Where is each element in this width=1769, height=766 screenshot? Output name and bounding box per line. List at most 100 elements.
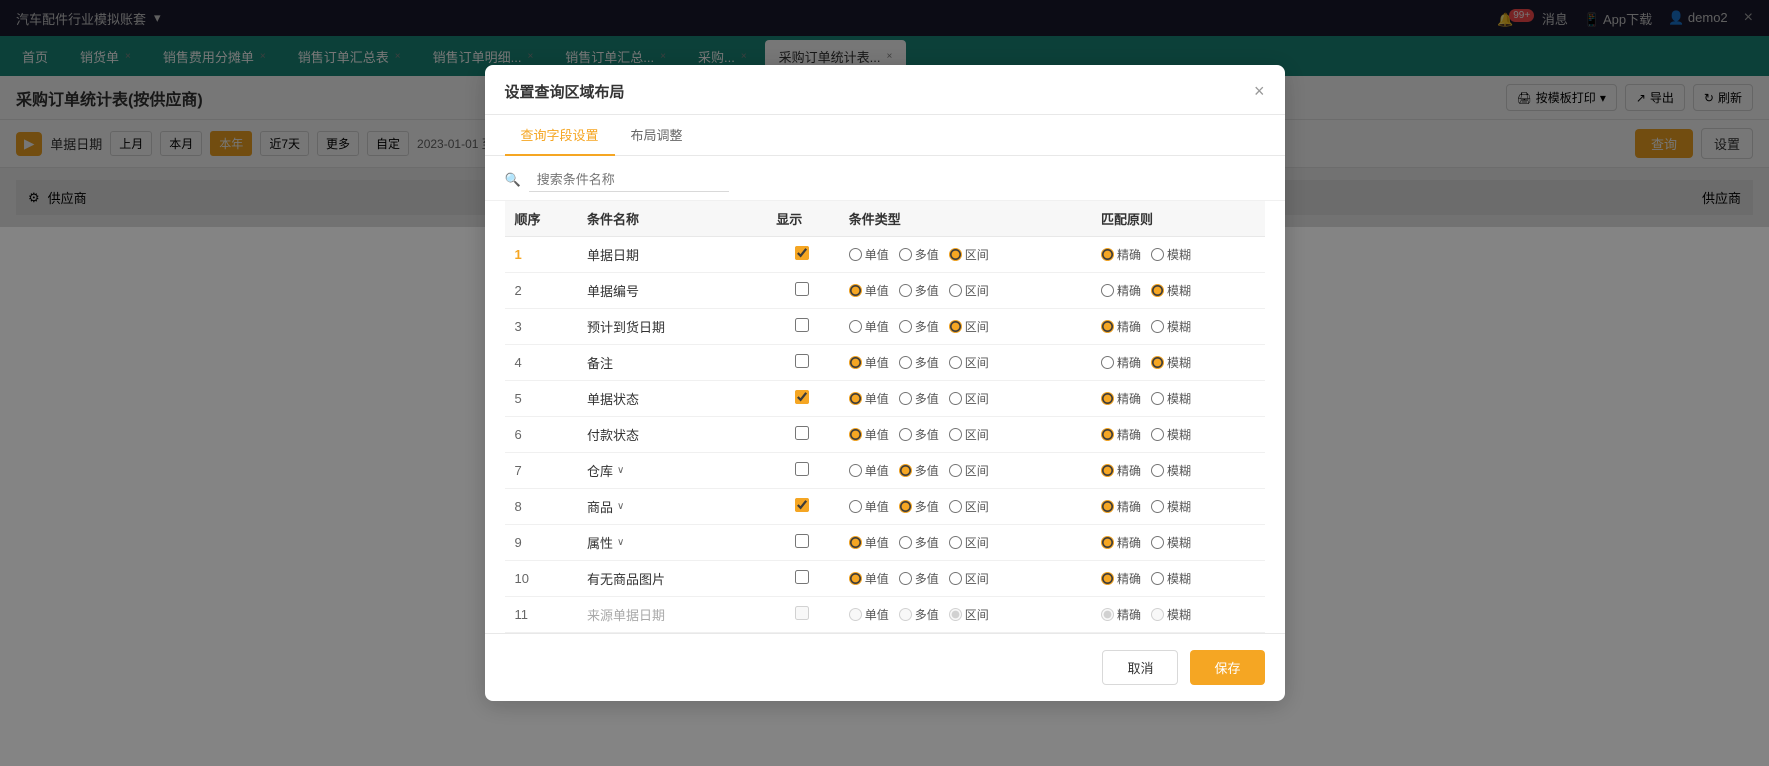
match-option-精确[interactable]: 精确 <box>1101 282 1141 299</box>
type-radio[interactable] <box>949 608 962 621</box>
type-radio[interactable] <box>849 356 862 369</box>
type-option-多值[interactable]: 多值 <box>899 498 939 515</box>
type-radio[interactable] <box>849 500 862 513</box>
type-option-单值[interactable]: 单值 <box>849 426 889 443</box>
match-option-精确[interactable]: 精确 <box>1101 246 1141 263</box>
type-option-单值[interactable]: 单值 <box>849 318 889 335</box>
row-display-cell[interactable] <box>766 237 839 273</box>
match-radio[interactable] <box>1151 392 1164 405</box>
row-display-cell[interactable] <box>766 309 839 345</box>
row-match-cell[interactable]: 精确模糊 <box>1091 309 1264 345</box>
type-radio[interactable] <box>849 464 862 477</box>
type-option-区间[interactable]: 区间 <box>949 426 989 443</box>
type-option-区间[interactable]: 区间 <box>949 498 989 515</box>
type-radio[interactable] <box>899 356 912 369</box>
match-option-模糊[interactable]: 模糊 <box>1151 354 1191 371</box>
type-radio[interactable] <box>949 392 962 405</box>
match-option-精确[interactable]: 精确 <box>1101 390 1141 407</box>
type-radio[interactable] <box>899 248 912 261</box>
type-radio[interactable] <box>849 608 862 621</box>
match-option-精确[interactable]: 精确 <box>1101 462 1141 479</box>
match-radio[interactable] <box>1101 248 1114 261</box>
match-option-精确[interactable]: 精确 <box>1101 498 1141 515</box>
row-display-cell[interactable] <box>766 561 839 597</box>
match-option-精确[interactable]: 精确 <box>1101 534 1141 551</box>
type-option-单值[interactable]: 单值 <box>849 354 889 371</box>
match-option-模糊[interactable]: 模糊 <box>1151 426 1191 443</box>
row-match-cell[interactable]: 精确模糊 <box>1091 381 1264 417</box>
type-option-单值[interactable]: 单值 <box>849 570 889 587</box>
row-match-cell[interactable]: 精确模糊 <box>1091 561 1264 597</box>
row-display-cell[interactable] <box>766 345 839 381</box>
type-option-区间[interactable]: 区间 <box>949 570 989 587</box>
match-option-模糊[interactable]: 模糊 <box>1151 570 1191 587</box>
type-radio[interactable] <box>899 392 912 405</box>
type-radio[interactable] <box>849 248 862 261</box>
type-option-多值[interactable]: 多值 <box>899 354 939 371</box>
type-radio[interactable] <box>849 428 862 441</box>
row-display-cell[interactable] <box>766 381 839 417</box>
type-option-多值[interactable]: 多值 <box>899 390 939 407</box>
match-radio[interactable] <box>1101 356 1114 369</box>
type-option-多值[interactable]: 多值 <box>899 606 939 623</box>
type-radio[interactable] <box>899 464 912 477</box>
display-checkbox[interactable] <box>795 606 809 620</box>
row-match-cell[interactable]: 精确模糊 <box>1091 345 1264 381</box>
type-option-区间[interactable]: 区间 <box>949 462 989 479</box>
match-radio[interactable] <box>1151 536 1164 549</box>
match-radio[interactable] <box>1101 536 1114 549</box>
type-option-单值[interactable]: 单值 <box>849 606 889 623</box>
type-radio[interactable] <box>849 536 862 549</box>
type-radio[interactable] <box>899 572 912 585</box>
match-radio[interactable] <box>1101 572 1114 585</box>
row-match-cell[interactable]: 精确模糊 <box>1091 525 1264 561</box>
match-radio[interactable] <box>1151 572 1164 585</box>
match-radio[interactable] <box>1151 608 1164 621</box>
row-match-cell[interactable]: 精确模糊 <box>1091 453 1264 489</box>
match-radio[interactable] <box>1151 284 1164 297</box>
match-radio[interactable] <box>1101 320 1114 333</box>
row-type-cell[interactable]: 单值多值区间 <box>839 381 1091 417</box>
tab-query-fields[interactable]: 查询字段设置 <box>505 115 615 156</box>
type-radio[interactable] <box>899 500 912 513</box>
type-radio[interactable] <box>899 428 912 441</box>
modal-close-btn[interactable]: × <box>1254 81 1265 102</box>
type-option-区间[interactable]: 区间 <box>949 390 989 407</box>
match-option-模糊[interactable]: 模糊 <box>1151 282 1191 299</box>
match-radio[interactable] <box>1101 392 1114 405</box>
type-radio[interactable] <box>899 320 912 333</box>
type-option-单值[interactable]: 单值 <box>849 498 889 515</box>
match-option-模糊[interactable]: 模糊 <box>1151 318 1191 335</box>
row-match-cell[interactable]: 精确模糊 <box>1091 417 1264 453</box>
type-radio[interactable] <box>899 284 912 297</box>
match-option-精确[interactable]: 精确 <box>1101 606 1141 623</box>
row-type-cell[interactable]: 单值多值区间 <box>839 309 1091 345</box>
type-radio[interactable] <box>899 608 912 621</box>
row-type-cell[interactable]: 单值多值区间 <box>839 273 1091 309</box>
match-radio[interactable] <box>1101 608 1114 621</box>
match-option-模糊[interactable]: 模糊 <box>1151 462 1191 479</box>
type-option-单值[interactable]: 单值 <box>849 390 889 407</box>
type-option-单值[interactable]: 单值 <box>849 246 889 263</box>
row-type-cell[interactable]: 单值多值区间 <box>839 417 1091 453</box>
type-option-区间[interactable]: 区间 <box>949 606 989 623</box>
match-option-模糊[interactable]: 模糊 <box>1151 534 1191 551</box>
type-option-多值[interactable]: 多值 <box>899 570 939 587</box>
display-checkbox[interactable] <box>795 534 809 548</box>
match-radio[interactable] <box>1151 356 1164 369</box>
display-checkbox[interactable] <box>795 390 809 404</box>
row-type-cell[interactable]: 单值多值区间 <box>839 345 1091 381</box>
type-radio[interactable] <box>849 572 862 585</box>
type-option-区间[interactable]: 区间 <box>949 354 989 371</box>
display-checkbox[interactable] <box>795 354 809 368</box>
match-radio[interactable] <box>1151 428 1164 441</box>
row-type-cell[interactable]: 单值多值区间 <box>839 525 1091 561</box>
display-checkbox[interactable] <box>795 498 809 512</box>
match-radio[interactable] <box>1101 284 1114 297</box>
type-option-区间[interactable]: 区间 <box>949 282 989 299</box>
cancel-button[interactable]: 取消 <box>1102 650 1178 685</box>
type-radio[interactable] <box>949 464 962 477</box>
search-input[interactable] <box>529 168 729 192</box>
type-radio[interactable] <box>849 392 862 405</box>
type-option-区间[interactable]: 区间 <box>949 318 989 335</box>
